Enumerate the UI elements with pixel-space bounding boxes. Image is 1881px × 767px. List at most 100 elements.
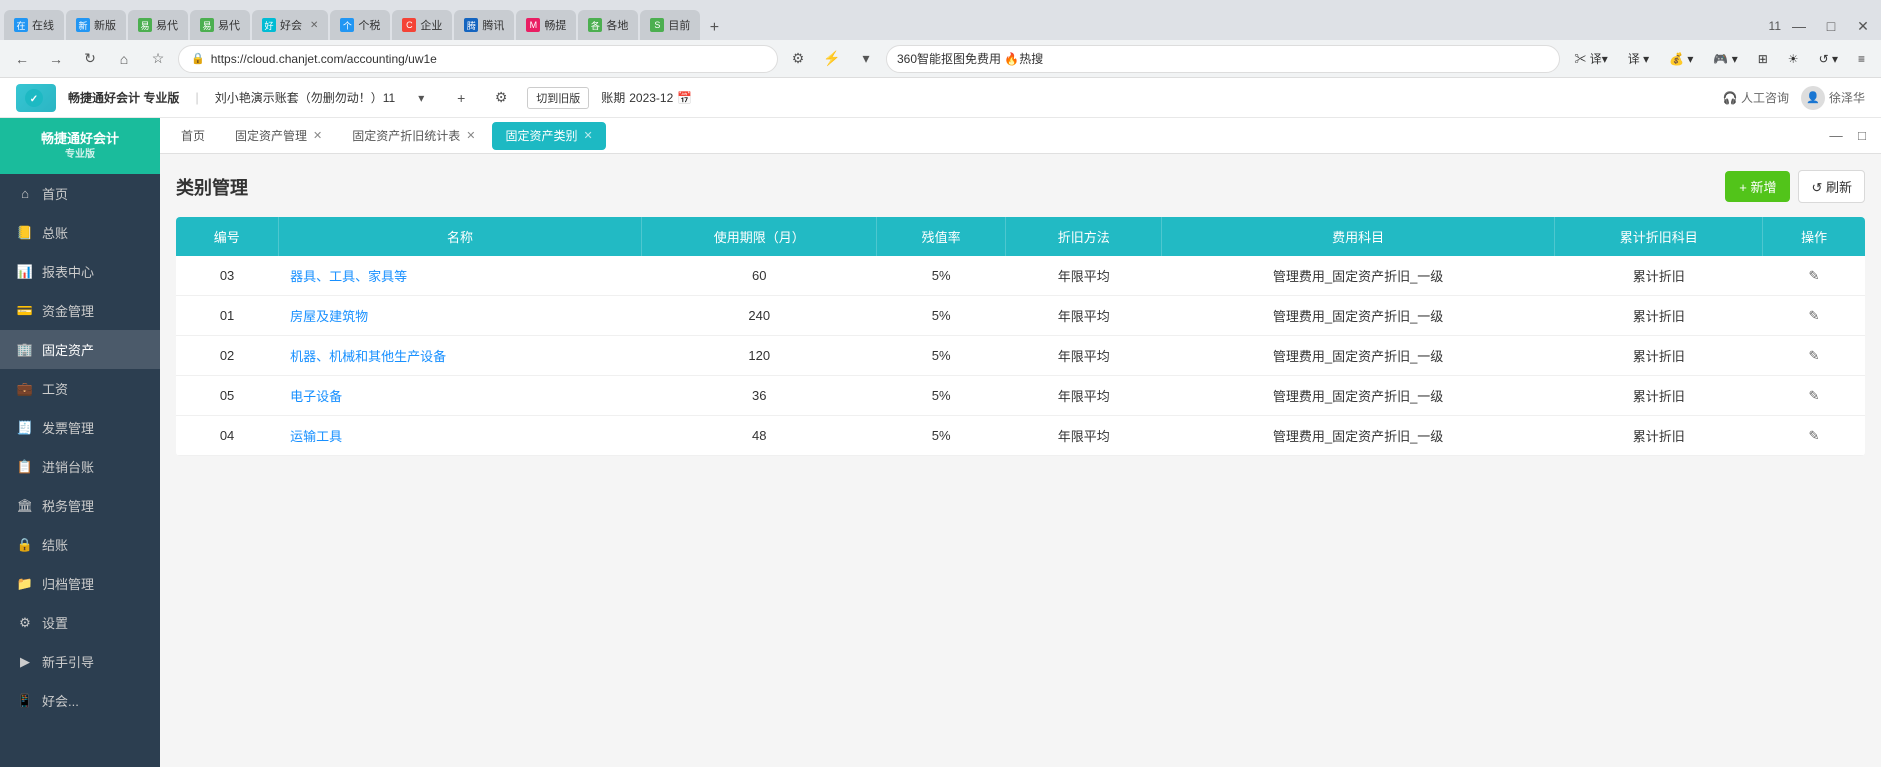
new-tab-button[interactable]: + <box>702 16 726 40</box>
home-button[interactable]: ⌂ <box>110 45 138 73</box>
browser-tab-2[interactable]: 易 易代 <box>128 10 188 40</box>
company-settings-button[interactable]: ⚙ <box>487 84 515 112</box>
content-tab-0[interactable]: 首页 <box>168 122 218 150</box>
reload-button[interactable]: ↻ <box>76 45 104 73</box>
sidebar-item-salary[interactable]: 💼 工资 <box>0 369 160 408</box>
cell-rate-0: 5% <box>876 256 1005 296</box>
content-tab-close-2[interactable]: ✕ <box>466 129 475 142</box>
sidebar-item-asset[interactable]: 🏢 固定资产 <box>0 330 160 369</box>
main-content: 首页 固定资产管理 ✕ 固定资产折旧统计表 ✕ 固定资产类别 ✕ — □ <box>160 118 1881 767</box>
sidebar-label-invoice: 发票管理 <box>42 418 94 437</box>
sun-action[interactable]: ☀ <box>1780 45 1807 73</box>
browser-tab-10[interactable]: S 目前 <box>640 10 700 40</box>
cell-method-0: 年限平均 <box>1006 256 1162 296</box>
cell-months-3: 36 <box>642 376 877 416</box>
content-tab-close-1[interactable]: ✕ <box>313 129 322 142</box>
game-action[interactable]: 🎮 ▾ <box>1705 45 1745 73</box>
cell-name-1[interactable]: 房屋及建筑物 <box>278 296 642 336</box>
tab-icon-9: 各 <box>588 18 602 32</box>
ai-consult[interactable]: 🎧 人工咨询 <box>1723 89 1789 106</box>
cell-name-3[interactable]: 电子设备 <box>278 376 642 416</box>
browser-tab-5[interactable]: 个 个税 <box>330 10 390 40</box>
cell-rate-3: 5% <box>876 376 1005 416</box>
content-tab-2[interactable]: 固定资产折旧统计表 ✕ <box>339 122 488 150</box>
tab-maximize-button[interactable]: □ <box>1851 125 1873 147</box>
sidebar-item-archive[interactable]: 📁 归档管理 <box>0 564 160 603</box>
sidebar-item-stock[interactable]: 📋 进销台账 <box>0 447 160 486</box>
cell-edit-0[interactable]: ✎ <box>1763 256 1865 296</box>
close-browser-button[interactable]: ✕ <box>1849 12 1877 40</box>
browser-tab-0[interactable]: 在 在线 <box>4 10 64 40</box>
sidebar-item-tax[interactable]: 🏛 税务管理 <box>0 486 160 525</box>
browser-tab-9[interactable]: 各 各地 <box>578 10 638 40</box>
sidebar-item-home[interactable]: ⌂ 首页 <box>0 174 160 213</box>
coin-action[interactable]: 💰 ▾ <box>1661 45 1701 73</box>
table-row: 01 房屋及建筑物 240 5% 年限平均 管理费用_固定资产折旧_一级 累计折… <box>176 296 1865 336</box>
content-tab-close-3[interactable]: ✕ <box>584 129 593 142</box>
sidebar-item-app[interactable]: 📱 好会... <box>0 681 160 720</box>
content-tab-1[interactable]: 固定资产管理 ✕ <box>222 122 335 150</box>
table-row: 03 器具、工具、家具等 60 5% 年限平均 管理费用_固定资产折旧_一级 累… <box>176 256 1865 296</box>
col-name: 名称 <box>278 217 642 256</box>
address-bar[interactable]: 🔒 https://cloud.chanjet.com/accounting/u… <box>178 45 778 73</box>
cell-name-2[interactable]: 机器、机械和其他生产设备 <box>278 336 642 376</box>
invoice-icon: 🧾 <box>16 419 34 437</box>
edit-icon-4[interactable]: ✎ <box>1808 428 1819 443</box>
edit-icon-3[interactable]: ✎ <box>1808 388 1819 403</box>
browser-tab-6[interactable]: C 企业 <box>392 10 452 40</box>
bookmark-button[interactable]: ☆ <box>144 45 172 73</box>
cell-name-4[interactable]: 运输工具 <box>278 416 642 456</box>
lightning-icon[interactable]: ⚡ <box>818 45 846 73</box>
back-button[interactable]: ← <box>8 45 36 73</box>
user-info[interactable]: 👤 徐泽华 <box>1801 86 1865 110</box>
grid-action[interactable]: ⊞ <box>1750 45 1776 73</box>
cell-edit-2[interactable]: ✎ <box>1763 336 1865 376</box>
page-content: 类别管理 + 新增 ↺ 刷新 编号 名称 使用期限（月） 残值率 折旧方法 <box>160 154 1881 767</box>
more-action[interactable]: ≡ <box>1850 45 1873 73</box>
history-action[interactable]: ↺ ▾ <box>1811 45 1846 73</box>
add-category-button[interactable]: + 新增 <box>1725 171 1790 202</box>
tab-minimize-button[interactable]: — <box>1825 125 1847 147</box>
cell-edit-3[interactable]: ✎ <box>1763 376 1865 416</box>
dropdown-button[interactable]: ▾ <box>852 45 880 73</box>
browser-tab-label-3: 易代 <box>218 17 240 33</box>
browser-tab-1[interactable]: 新 新版 <box>66 10 126 40</box>
add-company-button[interactable]: + <box>447 84 475 112</box>
edit-icon-2[interactable]: ✎ <box>1808 348 1819 363</box>
edit-icon-1[interactable]: ✎ <box>1808 308 1819 323</box>
settings-icon[interactable]: ⚙ <box>784 45 812 73</box>
sidebar-item-report[interactable]: 📊 报表中心 <box>0 252 160 291</box>
browser-toolbar: ← → ↻ ⌂ ☆ 🔒 https://cloud.chanjet.com/ac… <box>0 40 1881 78</box>
maximize-button[interactable]: □ <box>1817 12 1845 40</box>
sidebar-item-close-account[interactable]: 🔒 结账 <box>0 525 160 564</box>
switch-version-button[interactable]: 切到旧版 <box>527 87 589 109</box>
sidebar-item-ledger[interactable]: 📒 总账 <box>0 213 160 252</box>
calendar-icon[interactable]: 📅 <box>677 91 692 105</box>
translate-action[interactable]: 译 ▾ <box>1620 45 1657 73</box>
browser-search-bar[interactable]: 360智能抠图免费用 🔥热搜 <box>886 45 1560 73</box>
sidebar-item-money[interactable]: 💳 资金管理 <box>0 291 160 330</box>
asset-icon: 🏢 <box>16 341 34 359</box>
browser-tab-3[interactable]: 易 易代 <box>190 10 250 40</box>
browser-tab-8[interactable]: M 畅提 <box>516 10 576 40</box>
cell-edit-1[interactable]: ✎ <box>1763 296 1865 336</box>
company-dropdown-button[interactable]: ▾ <box>407 84 435 112</box>
browser-tab-7[interactable]: 腾 腾讯 <box>454 10 514 40</box>
sidebar-item-settings[interactable]: ⚙ 设置 <box>0 603 160 642</box>
cell-name-0[interactable]: 器具、工具、家具等 <box>278 256 642 296</box>
edit-icon-0[interactable]: ✎ <box>1808 268 1819 283</box>
page-actions: + 新增 ↺ 刷新 <box>1725 170 1865 203</box>
cell-edit-4[interactable]: ✎ <box>1763 416 1865 456</box>
cut-action[interactable]: ✂ 译▾ <box>1566 45 1615 73</box>
content-tab-3[interactable]: 固定资产类别 ✕ <box>492 122 605 150</box>
minimize-button[interactable]: — <box>1785 12 1813 40</box>
tab-close-4[interactable]: ✕ <box>310 20 318 31</box>
sidebar-item-guide[interactable]: ▶ 新手引导 <box>0 642 160 681</box>
browser-tab-4[interactable]: 好 好会 ✕ <box>252 10 328 40</box>
cell-expense-2: 管理费用_固定资产折旧_一级 <box>1162 336 1555 376</box>
sidebar-item-invoice[interactable]: 🧾 发票管理 <box>0 408 160 447</box>
cell-code-2: 02 <box>176 336 278 376</box>
forward-button[interactable]: → <box>42 45 70 73</box>
refresh-button[interactable]: ↺ 刷新 <box>1798 170 1865 203</box>
tab-icon-1: 新 <box>76 18 90 32</box>
